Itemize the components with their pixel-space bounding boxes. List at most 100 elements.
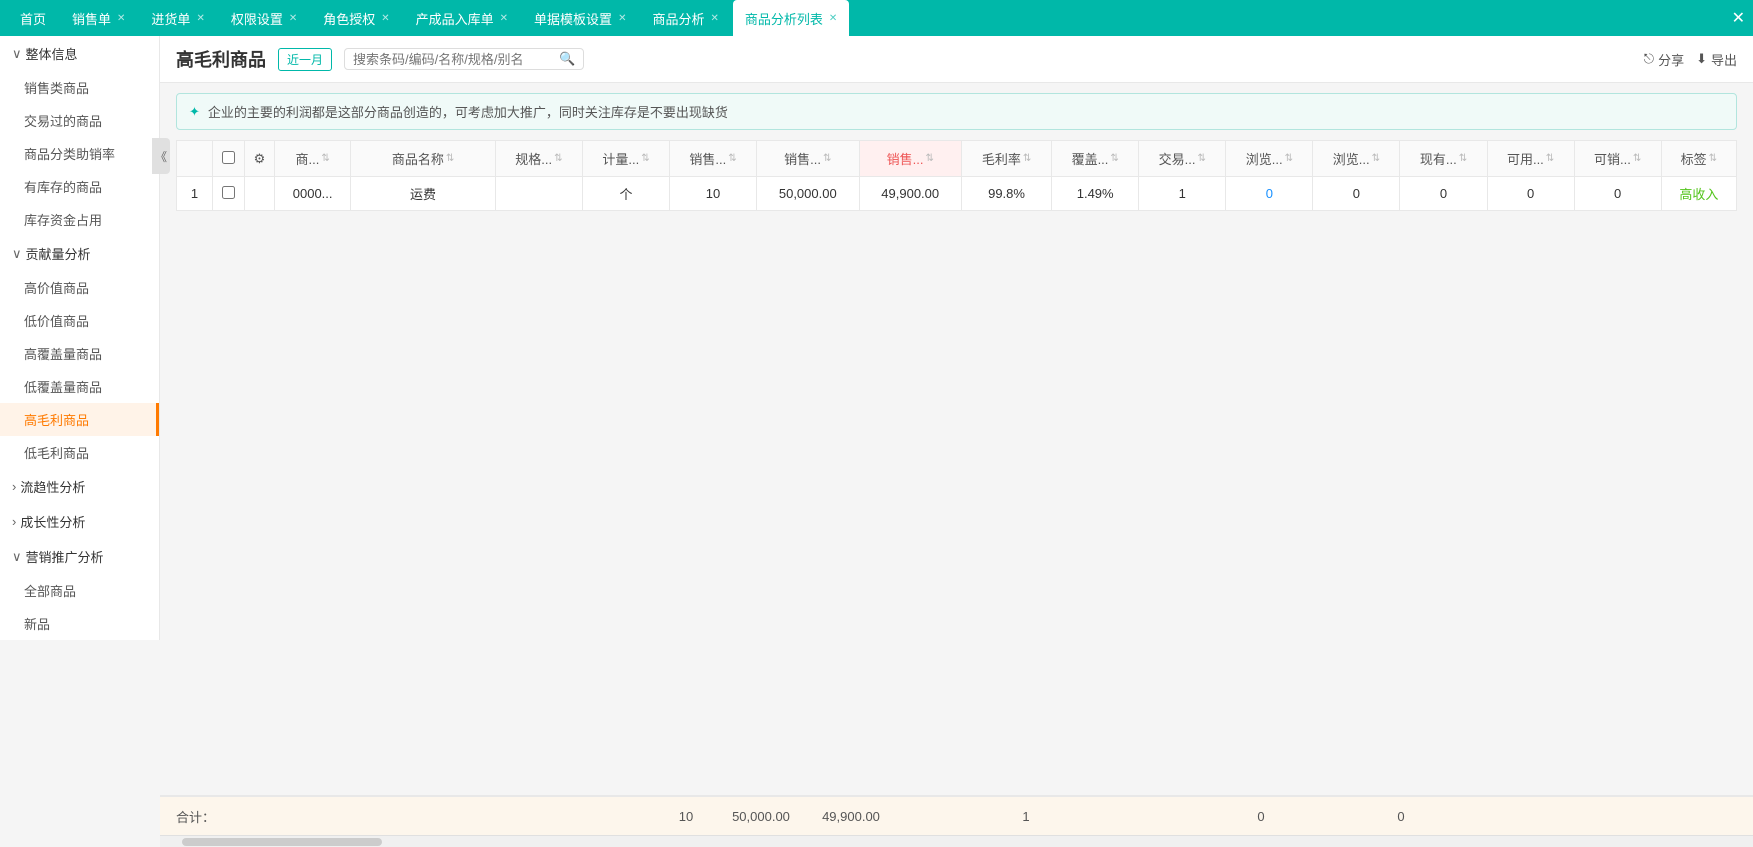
data-table-wrapper[interactable]: ⚙ 商... ⇅ 商品名称 ⇅ xyxy=(160,140,1753,795)
sidebar-group-overall[interactable]: ∨ 整体信息 xyxy=(0,36,159,71)
sort-tag[interactable]: ⇅ xyxy=(1709,153,1717,164)
col-available[interactable]: 可用... ⇅ xyxy=(1487,141,1574,177)
sort-sales-qty[interactable]: ⇅ xyxy=(728,153,736,164)
sort-browse1[interactable]: ⇅ xyxy=(1285,153,1293,164)
tab-permissions[interactable]: 权限设置 ✕ xyxy=(219,0,309,36)
col-sales-qty[interactable]: 销售... ⇅ xyxy=(670,141,757,177)
sidebar-item-sales-goods[interactable]: 销售类商品 xyxy=(0,71,159,104)
footer-spacer3 xyxy=(1066,809,1226,824)
sidebar-item-traded-goods[interactable]: 交易过的商品 xyxy=(0,104,159,137)
col-browse2[interactable]: 浏览... ⇅ xyxy=(1313,141,1400,177)
settings-icon[interactable]: ⚙ xyxy=(254,151,266,167)
sidebar-item-new-goods[interactable]: 新品 xyxy=(0,607,159,640)
tab-finished-goods[interactable]: 产成品入库单 ✕ xyxy=(404,0,520,36)
close-tab-analysis[interactable]: ✕ xyxy=(710,13,718,24)
cell-browse1[interactable]: 0 xyxy=(1226,177,1313,211)
sort-transactions[interactable]: ⇅ xyxy=(1197,153,1205,164)
tab-analysis-list[interactable]: 商品分析列表 ✕ xyxy=(733,0,849,36)
sidebar-item-high-value[interactable]: 高价值商品 xyxy=(0,271,159,304)
sidebar-item-stock-capital[interactable]: 库存资金占用 xyxy=(0,203,159,236)
sidebar-item-high-coverage[interactable]: 高覆盖量商品 xyxy=(0,337,159,370)
sort-current-stock[interactable]: ⇅ xyxy=(1459,153,1467,164)
share-icon: ⎋ xyxy=(1644,51,1654,67)
sort-unit[interactable]: ⇅ xyxy=(641,153,649,164)
close-tab-finished[interactable]: ✕ xyxy=(500,13,508,24)
sidebar-group-trend[interactable]: › 流趋性分析 xyxy=(0,469,159,504)
close-tab-analysis-list[interactable]: ✕ xyxy=(829,13,837,24)
sidebar-item-category-rate[interactable]: 商品分类助销率 xyxy=(0,137,159,170)
sort-saleable[interactable]: ⇅ xyxy=(1633,153,1641,164)
col-check[interactable] xyxy=(213,141,245,177)
sidebar: ∨ 整体信息 销售类商品 交易过的商品 商品分类助销率 有库存的商品 库存资金占… xyxy=(0,36,160,640)
close-tab-template[interactable]: ✕ xyxy=(618,13,626,24)
tab-purchase[interactable]: 进货单 ✕ xyxy=(139,0,216,36)
sidebar-item-all-goods[interactable]: 全部商品 xyxy=(0,574,159,607)
cell-index: 1 xyxy=(177,177,213,211)
col-tag[interactable]: 标签 ⇅ xyxy=(1661,141,1736,177)
col-code[interactable]: 商... ⇅ xyxy=(275,141,351,177)
footer-spacer xyxy=(296,809,656,824)
col-unit[interactable]: 计量... ⇅ xyxy=(582,141,669,177)
scrollbar-thumb[interactable] xyxy=(182,838,382,846)
cell-gross-rate: 99.8% xyxy=(961,177,1051,211)
footer-sales-amount: 50,000.00 xyxy=(716,809,806,824)
close-tab-sales[interactable]: ✕ xyxy=(117,13,125,24)
sort-gross-rate[interactable]: ⇅ xyxy=(1023,153,1031,164)
search-input[interactable] xyxy=(353,52,553,67)
footer-transactions: 1 xyxy=(986,809,1066,824)
col-spec[interactable]: 规格... ⇅ xyxy=(495,141,582,177)
sidebar-item-low-coverage[interactable]: 低覆盖量商品 xyxy=(0,370,159,403)
sidebar-group-contribution[interactable]: ∨ 贡献量分析 xyxy=(0,236,159,271)
col-name[interactable]: 商品名称 ⇅ xyxy=(351,141,496,177)
close-all-tabs[interactable]: ✕ xyxy=(1732,8,1745,28)
tab-home[interactable]: 首页 xyxy=(8,0,58,36)
col-gross-rate[interactable]: 毛利率 ⇅ xyxy=(961,141,1051,177)
col-current-stock[interactable]: 现有... ⇅ xyxy=(1400,141,1487,177)
table-row: 1 0000... 运费 个 10 50,000.00 49,900.00 99… xyxy=(177,177,1737,211)
tab-roles[interactable]: 角色授权 ✕ xyxy=(311,0,401,36)
close-tab-purchase[interactable]: ✕ xyxy=(196,13,204,24)
share-button[interactable]: ⎋ 分享 xyxy=(1644,50,1684,69)
sidebar-item-in-stock[interactable]: 有库存的商品 xyxy=(0,170,159,203)
col-saleable[interactable]: 可销... ⇅ xyxy=(1574,141,1661,177)
sidebar-item-high-margin[interactable]: 高毛利商品 xyxy=(0,403,159,436)
tab-template[interactable]: 单据模板设置 ✕ xyxy=(522,0,638,36)
sort-name[interactable]: ⇅ xyxy=(446,153,454,164)
cell-check[interactable] xyxy=(213,177,245,211)
cell-coverage: 1.49% xyxy=(1052,177,1139,211)
select-all-checkbox[interactable] xyxy=(222,151,235,164)
tab-sales[interactable]: 销售单 ✕ xyxy=(60,0,137,36)
col-transactions[interactable]: 交易... ⇅ xyxy=(1139,141,1226,177)
sort-sales-amount[interactable]: ⇅ xyxy=(823,153,831,164)
tab-analysis[interactable]: 商品分析 ✕ xyxy=(640,0,730,36)
sort-spec[interactable]: ⇅ xyxy=(554,153,562,164)
col-coverage[interactable]: 覆盖... ⇅ xyxy=(1052,141,1139,177)
horizontal-scrollbar[interactable] xyxy=(160,835,1753,847)
close-tab-permissions[interactable]: ✕ xyxy=(289,13,297,24)
sort-sales-profit[interactable]: ⇅ xyxy=(925,153,933,164)
sidebar-collapse-button[interactable]: 《 xyxy=(152,138,170,174)
sort-code[interactable]: ⇅ xyxy=(321,153,329,164)
sort-available[interactable]: ⇅ xyxy=(1546,153,1554,164)
sort-browse2[interactable]: ⇅ xyxy=(1372,153,1380,164)
col-index xyxy=(177,141,213,177)
close-tab-roles[interactable]: ✕ xyxy=(381,13,389,24)
sidebar-item-low-margin[interactable]: 低毛利商品 xyxy=(0,436,159,469)
export-button[interactable]: ⬇ 导出 xyxy=(1696,50,1737,69)
cell-tag: 高收入 xyxy=(1661,177,1736,211)
col-browse1[interactable]: 浏览... ⇅ xyxy=(1226,141,1313,177)
sidebar-group-marketing[interactable]: ∨ 营销推广分析 xyxy=(0,539,159,574)
sidebar-item-low-value[interactable]: 低价值商品 xyxy=(0,304,159,337)
cell-spec xyxy=(495,177,582,211)
cell-browse2: 0 xyxy=(1313,177,1400,211)
col-settings[interactable]: ⚙ xyxy=(245,141,275,177)
sidebar-group-growth[interactable]: › 成长性分析 xyxy=(0,504,159,539)
date-filter-button[interactable]: 近一月 xyxy=(278,48,332,71)
col-sales-amount[interactable]: 销售... ⇅ xyxy=(757,141,859,177)
search-icon[interactable]: 🔍 xyxy=(559,51,575,67)
footer-spacer2 xyxy=(896,809,986,824)
row-checkbox[interactable] xyxy=(222,186,235,199)
col-sales-profit[interactable]: 销售... ⇅ xyxy=(859,141,961,177)
sort-coverage[interactable]: ⇅ xyxy=(1110,153,1118,164)
arrow-overall: ∨ xyxy=(12,46,22,62)
